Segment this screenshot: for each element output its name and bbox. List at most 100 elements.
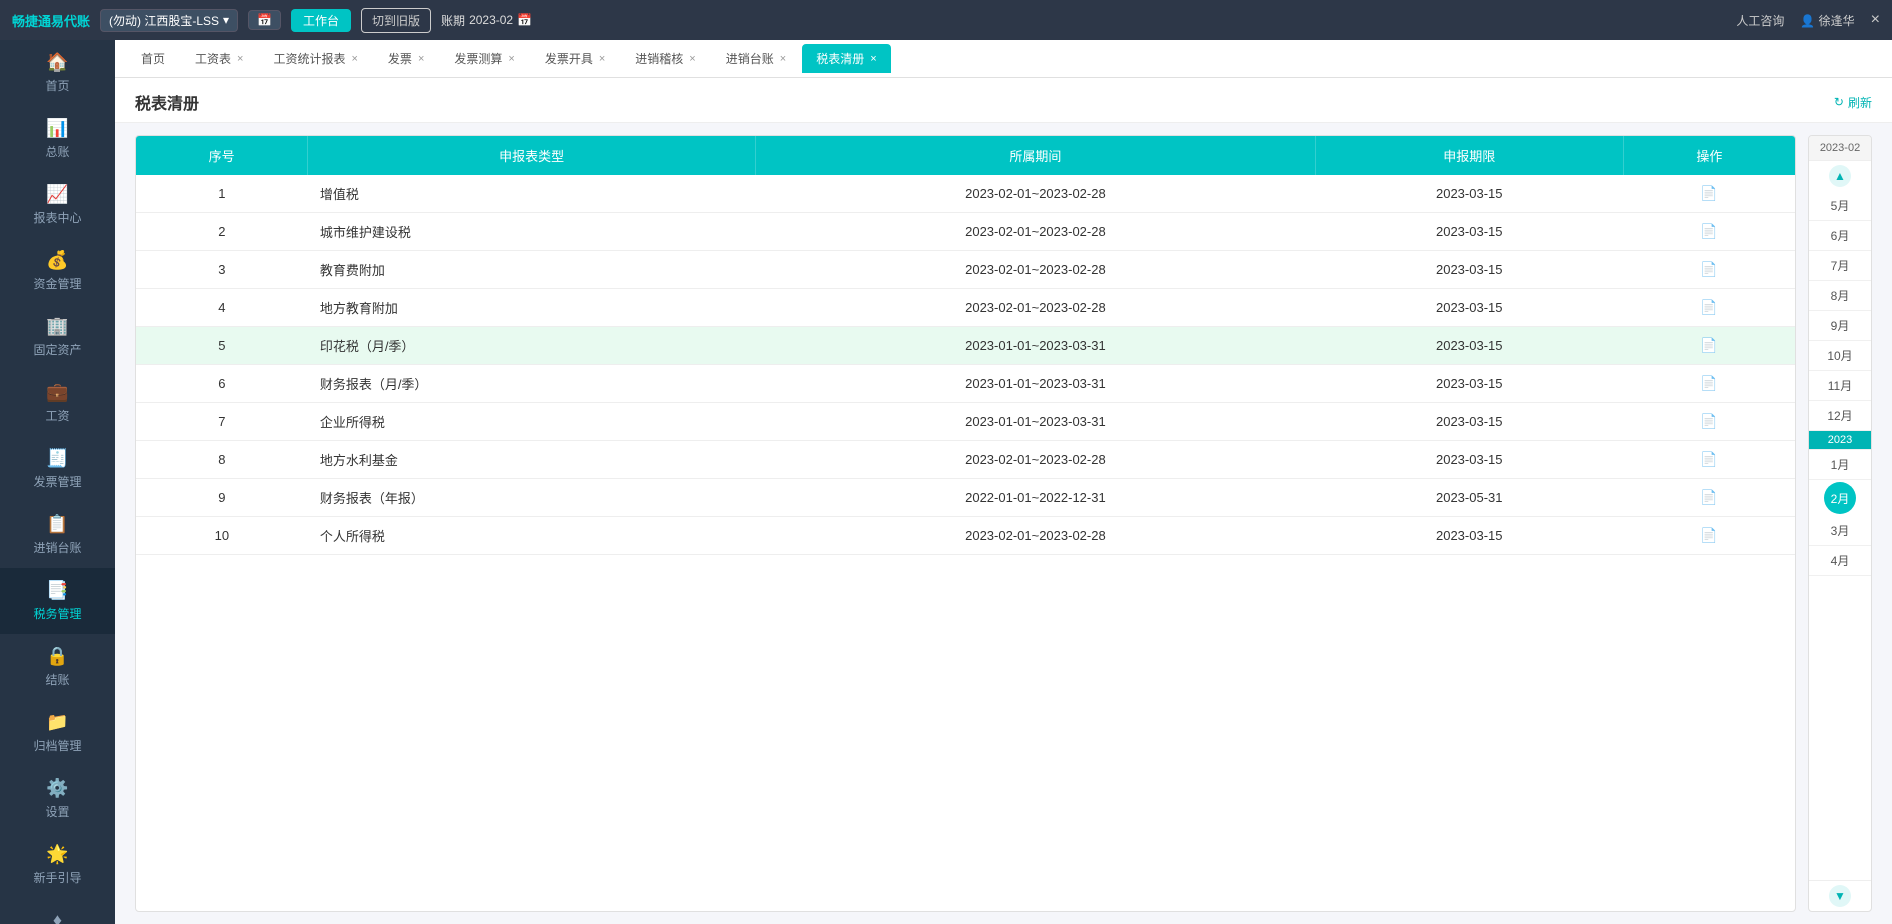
action-icon[interactable]: 📄	[1700, 185, 1717, 201]
cell-action[interactable]: 📄	[1623, 251, 1795, 289]
sidebar-item-home[interactable]: 🏠 首页	[0, 40, 115, 106]
table-row: 8 地方水利基金 2023-02-01~2023-02-28 2023-03-1…	[136, 441, 1795, 479]
calendar-icon-btn[interactable]: 📅	[248, 10, 281, 30]
tab-invoice-open-close[interactable]: ×	[599, 53, 605, 65]
table-row: 7 企业所得税 2023-01-01~2023-03-31 2023-03-15…	[136, 403, 1795, 441]
tab-invoice-calc[interactable]: 发票测算 ×	[440, 44, 528, 73]
cell-action[interactable]: 📄	[1623, 175, 1795, 213]
salary-icon: 💼	[46, 382, 68, 403]
table-row: 3 教育费附加 2023-02-01~2023-02-28 2023-03-15…	[136, 251, 1795, 289]
help-button[interactable]: 人工咨询	[1736, 12, 1784, 29]
sidebar-item-reports[interactable]: 📈 报表中心	[0, 172, 115, 238]
tab-tax-form[interactable]: 税表清册 ×	[802, 44, 890, 73]
tab-invoice-open[interactable]: 发票开具 ×	[531, 44, 619, 73]
cell-action[interactable]: 📄	[1623, 213, 1795, 251]
tab-in-ledger-close[interactable]: ×	[780, 53, 786, 65]
close-button[interactable]: ×	[1871, 11, 1880, 29]
cell-action[interactable]: 📄	[1623, 403, 1795, 441]
cell-type: 财务报表（月/季）	[308, 365, 756, 403]
sidebar-label-guide: 新手引导	[33, 869, 81, 886]
action-icon[interactable]: 📄	[1700, 261, 1717, 277]
action-icon[interactable]: 📄	[1700, 413, 1717, 429]
cell-deadline: 2023-03-15	[1315, 175, 1623, 213]
table-row: 2 城市维护建设税 2023-02-01~2023-02-28 2023-03-…	[136, 213, 1795, 251]
tab-tax-form-label: 税表清册	[816, 50, 864, 67]
content-area: 首页 工资表 × 工资统计报表 × 发票 × 发票测算 × 发票开具 ×	[115, 40, 1892, 924]
switch-old-button[interactable]: 切到旧版	[361, 8, 431, 33]
cal-month-item[interactable]: 12月	[1809, 401, 1871, 431]
cal-nav-down-button[interactable]: ▼	[1829, 885, 1851, 907]
cell-type: 个人所得税	[308, 517, 756, 555]
page-title: 税表清册	[135, 90, 199, 114]
page-header: 税表清册 ↻ 刷新	[115, 78, 1892, 123]
tab-salary-table[interactable]: 工资表 ×	[181, 44, 257, 73]
workbench-button[interactable]: 工作台	[291, 9, 351, 32]
tab-salary-stats[interactable]: 工资统计报表 ×	[259, 44, 371, 73]
sidebar-item-guide[interactable]: 🌟 新手引导	[0, 832, 115, 898]
action-icon[interactable]: 📄	[1700, 299, 1717, 315]
sidebar-item-assets[interactable]: 🏢 固定资产	[0, 304, 115, 370]
sidebar-item-settings[interactable]: ⚙️ 设置	[0, 766, 115, 832]
cell-period: 2023-02-01~2023-02-28	[756, 517, 1316, 555]
tab-invoice-calc-close[interactable]: ×	[508, 53, 514, 65]
cell-action[interactable]: 📄	[1623, 479, 1795, 517]
cell-deadline: 2023-03-15	[1315, 213, 1623, 251]
cell-index: 3	[136, 251, 308, 289]
cal-month-item[interactable]: 9月	[1809, 311, 1871, 341]
sidebar-item-ledger[interactable]: 📊 总账	[0, 106, 115, 172]
cal-month-item[interactable]: 4月	[1809, 546, 1871, 576]
cell-action[interactable]: 📄	[1623, 517, 1795, 555]
tab-in-audit-close[interactable]: ×	[689, 53, 695, 65]
col-header-index: 序号	[136, 136, 308, 175]
cal-month-item[interactable]: 8月	[1809, 281, 1871, 311]
refresh-button[interactable]: ↻ 刷新	[1834, 94, 1872, 111]
sidebar-item-salary[interactable]: 💼 工资	[0, 370, 115, 436]
cell-deadline: 2023-03-15	[1315, 289, 1623, 327]
tab-home[interactable]: 首页	[127, 44, 179, 73]
cal-nav-up-button[interactable]: ▲	[1829, 165, 1851, 187]
sidebar-item-tax[interactable]: 📑 税务管理	[0, 568, 115, 634]
cell-action[interactable]: 📄	[1623, 327, 1795, 365]
sidebar-item-inout[interactable]: 📋 进销台账	[0, 502, 115, 568]
cal-month-item[interactable]: 5月	[1809, 191, 1871, 221]
cal-month-item[interactable]: 2月	[1824, 482, 1856, 514]
cal-month-item[interactable]: 10月	[1809, 341, 1871, 371]
company-selector[interactable]: (勿动) 江西股宝-LSS ▾	[100, 9, 238, 32]
sidebar-item-funds[interactable]: 💰 资金管理	[0, 238, 115, 304]
action-icon[interactable]: 📄	[1700, 337, 1717, 353]
cell-action[interactable]: 📄	[1623, 289, 1795, 327]
cell-action[interactable]: 📄	[1623, 441, 1795, 479]
sidebar-label-home: 首页	[45, 77, 69, 94]
cal-month-item[interactable]: 11月	[1809, 371, 1871, 401]
tab-salary-stats-close[interactable]: ×	[351, 53, 357, 65]
tab-in-audit[interactable]: 进销稽核 ×	[621, 44, 709, 73]
sidebar-label-tax: 税务管理	[33, 605, 81, 622]
cell-type: 财务报表（年报）	[308, 479, 756, 517]
sidebar-item-invoices[interactable]: 🧾 发票管理	[0, 436, 115, 502]
cell-index: 4	[136, 289, 308, 327]
cell-deadline: 2023-03-15	[1315, 251, 1623, 289]
tab-tax-form-close[interactable]: ×	[870, 53, 876, 65]
sidebar-item-vip[interactable]: ♦ 畅会员	[0, 898, 115, 924]
cal-month-item[interactable]: 1月	[1809, 450, 1871, 480]
cell-type: 城市维护建设税	[308, 213, 756, 251]
tab-invoice-close[interactable]: ×	[418, 53, 424, 65]
sidebar-item-close[interactable]: 🔒 结账	[0, 634, 115, 700]
tab-salary-table-close[interactable]: ×	[237, 53, 243, 65]
cell-type: 教育费附加	[308, 251, 756, 289]
action-icon[interactable]: 📄	[1700, 451, 1717, 467]
action-icon[interactable]: 📄	[1700, 223, 1717, 239]
cal-month-item[interactable]: 3月	[1809, 516, 1871, 546]
col-header-action: 操作	[1623, 136, 1795, 175]
cell-period: 2023-02-01~2023-02-28	[756, 289, 1316, 327]
cell-period: 2023-02-01~2023-02-28	[756, 175, 1316, 213]
cal-month-item[interactable]: 6月	[1809, 221, 1871, 251]
action-icon[interactable]: 📄	[1700, 489, 1717, 505]
tab-invoice[interactable]: 发票 ×	[374, 44, 438, 73]
cell-action[interactable]: 📄	[1623, 365, 1795, 403]
cal-month-item[interactable]: 7月	[1809, 251, 1871, 281]
action-icon[interactable]: 📄	[1700, 527, 1717, 543]
tab-in-ledger[interactable]: 进销台账 ×	[712, 44, 800, 73]
action-icon[interactable]: 📄	[1700, 375, 1717, 391]
sidebar-item-archive[interactable]: 📁 归档管理	[0, 700, 115, 766]
